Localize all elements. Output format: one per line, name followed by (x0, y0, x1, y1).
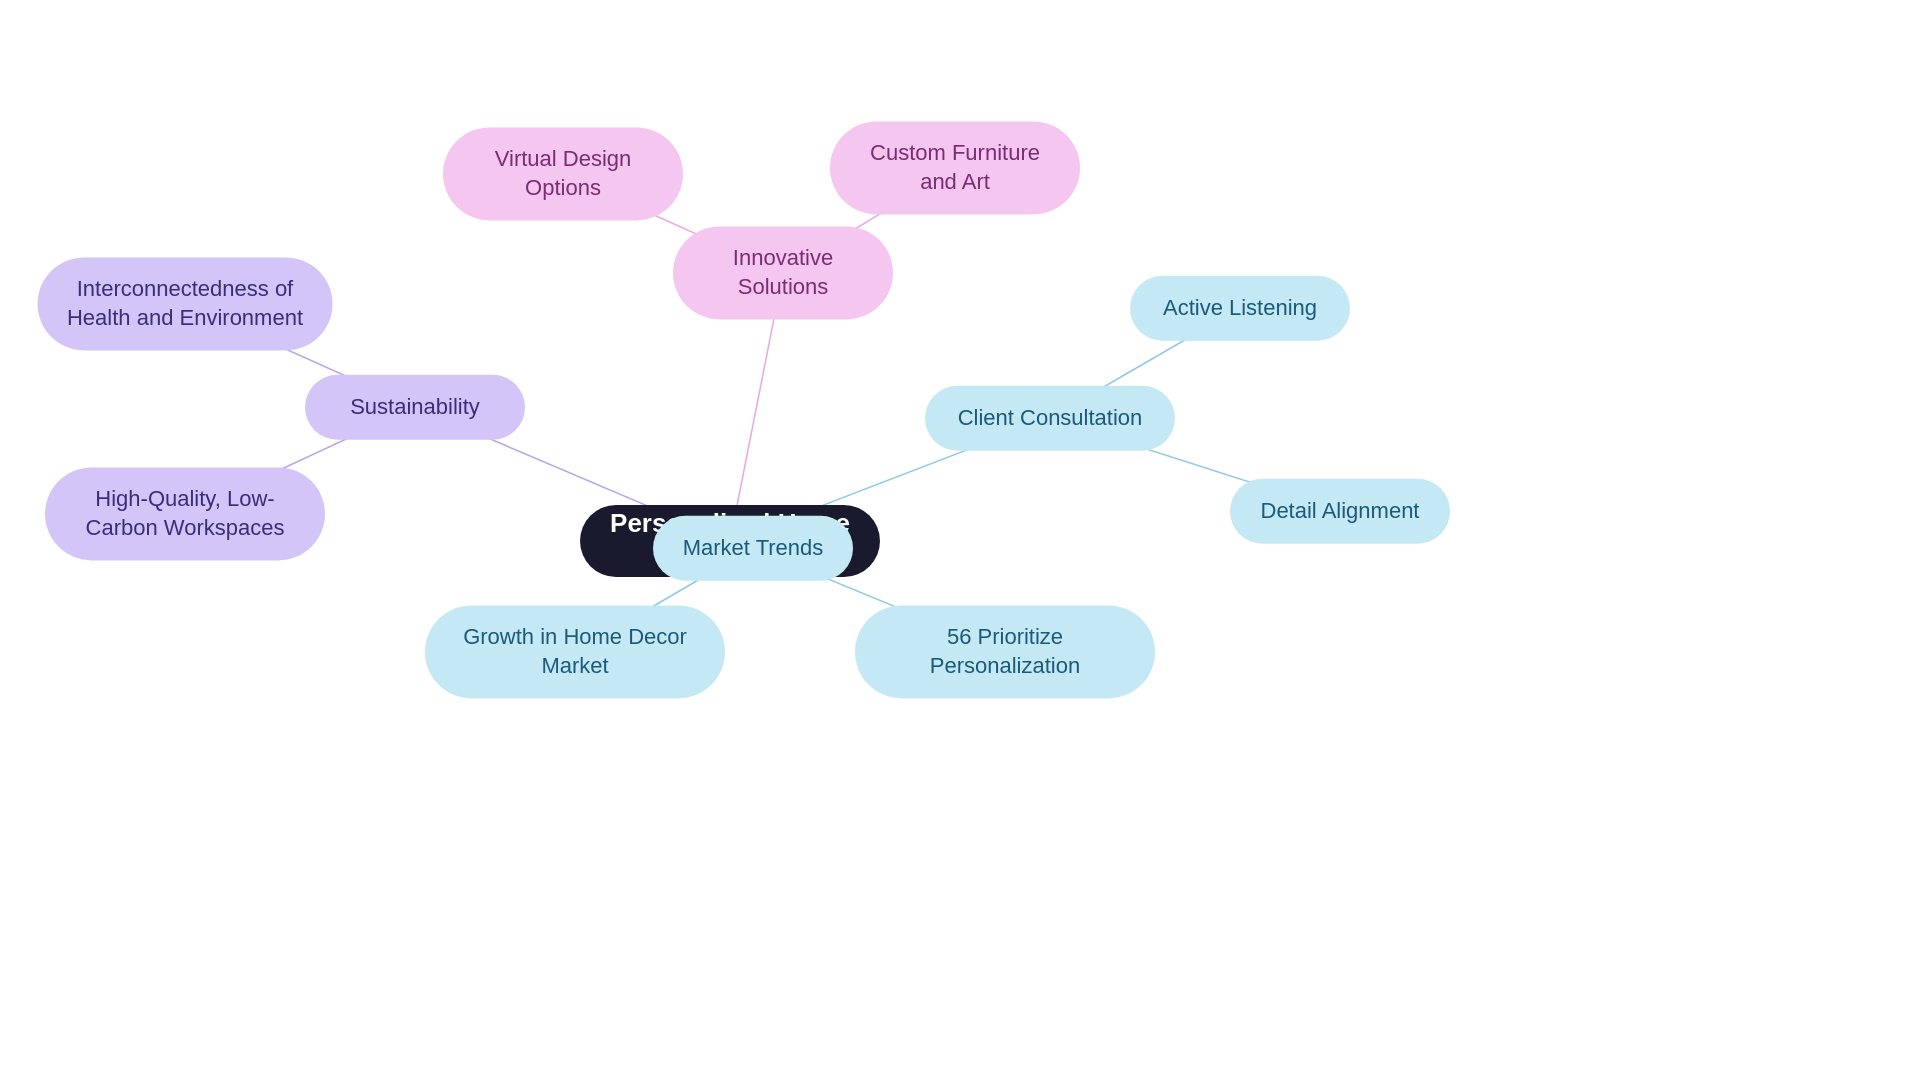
high-quality-node: High-Quality, Low-Carbon Workspaces (45, 467, 325, 560)
custom-furniture-node: Custom Furniture and Art (830, 121, 1080, 214)
client-consultation-node: Client Consultation (925, 386, 1175, 451)
market-trends-node: Market Trends (653, 516, 853, 581)
detail-alignment-node: Detail Alignment (1230, 479, 1450, 544)
innovative-solutions-node: Innovative Solutions (673, 226, 893, 319)
sustainability-node: Sustainability (305, 375, 525, 440)
interconnectedness-node: Interconnectedness of Health and Environ… (38, 257, 333, 350)
growth-home-decor-node: Growth in Home Decor Market (425, 605, 725, 698)
active-listening-node: Active Listening (1130, 276, 1350, 341)
prioritize-personalization-node: 56 Prioritize Personalization (855, 605, 1155, 698)
virtual-design-node: Virtual Design Options (443, 127, 683, 220)
